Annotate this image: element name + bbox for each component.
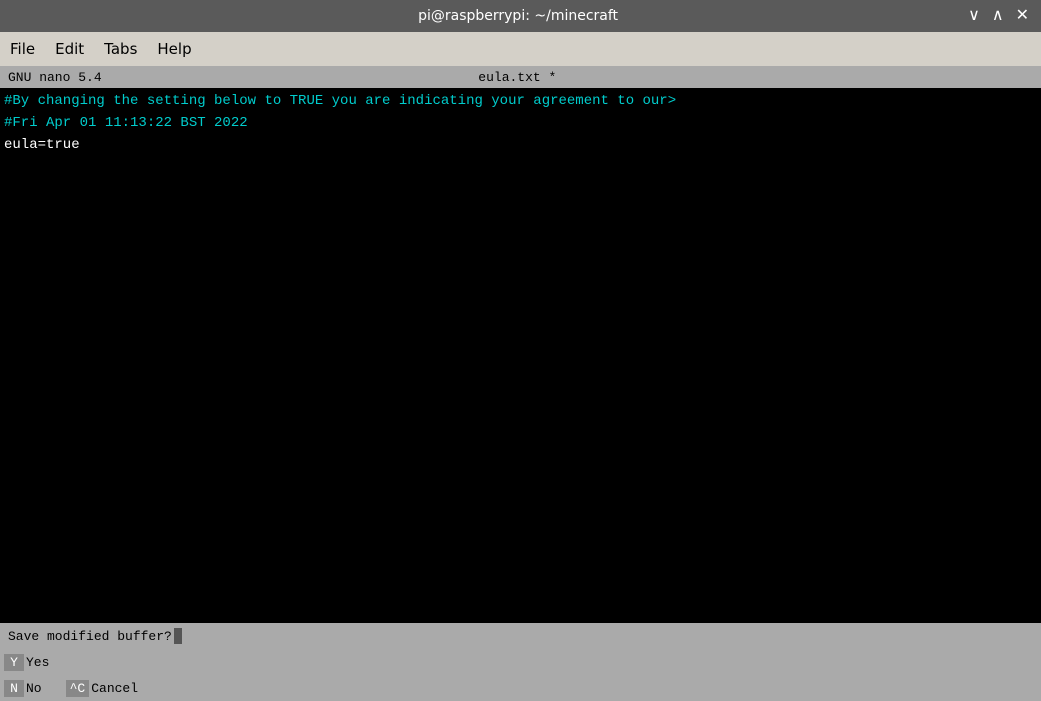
title-bar: pi@raspberrypi: ~/minecraft ∨ ∧ ✕ — [0, 0, 1041, 32]
save-dialog: Save modified buffer? — [0, 623, 1041, 649]
option-label-cancel: Cancel — [91, 681, 138, 696]
options-bar: Y Yes N No ^C Cancel — [0, 649, 1041, 701]
option-key-n[interactable]: N — [4, 680, 24, 697]
editor-line-2: #Fri Apr 01 11:13:22 BST 2022 — [0, 112, 1041, 134]
save-cursor-indicator — [174, 628, 182, 644]
menu-file[interactable]: File — [6, 38, 39, 60]
option-label-no: No — [26, 681, 42, 696]
maximize-button[interactable]: ∧ — [990, 8, 1006, 24]
terminal-content[interactable]: #By changing the setting below to TRUE y… — [0, 88, 1041, 623]
nano-version: GNU nano 5.4 — [8, 70, 102, 85]
option-label-yes: Yes — [26, 655, 49, 670]
title-bar-controls: ∨ ∧ ✕ — [966, 8, 1031, 24]
menu-help[interactable]: Help — [153, 38, 195, 60]
menu-tabs[interactable]: Tabs — [100, 38, 141, 60]
option-key-ctrl-c[interactable]: ^C — [66, 680, 90, 697]
options-row-2: N No ^C Cancel — [0, 675, 1041, 701]
options-row-1: Y Yes — [0, 649, 1041, 675]
close-button[interactable]: ✕ — [1014, 8, 1031, 24]
editor-line-3: eula=true — [0, 134, 1041, 156]
title-bar-title: pi@raspberrypi: ~/minecraft — [70, 8, 966, 24]
editor-line-1: #By changing the setting below to TRUE y… — [0, 90, 1041, 112]
menu-bar: File Edit Tabs Help — [0, 32, 1041, 66]
nano-header: GNU nano 5.4 eula.txt * — [0, 66, 1041, 88]
option-key-y[interactable]: Y — [4, 654, 24, 671]
save-prompt: Save modified buffer? — [8, 629, 172, 644]
menu-edit[interactable]: Edit — [51, 38, 88, 60]
minimize-button[interactable]: ∨ — [966, 8, 982, 24]
nano-filename: eula.txt * — [478, 70, 556, 85]
